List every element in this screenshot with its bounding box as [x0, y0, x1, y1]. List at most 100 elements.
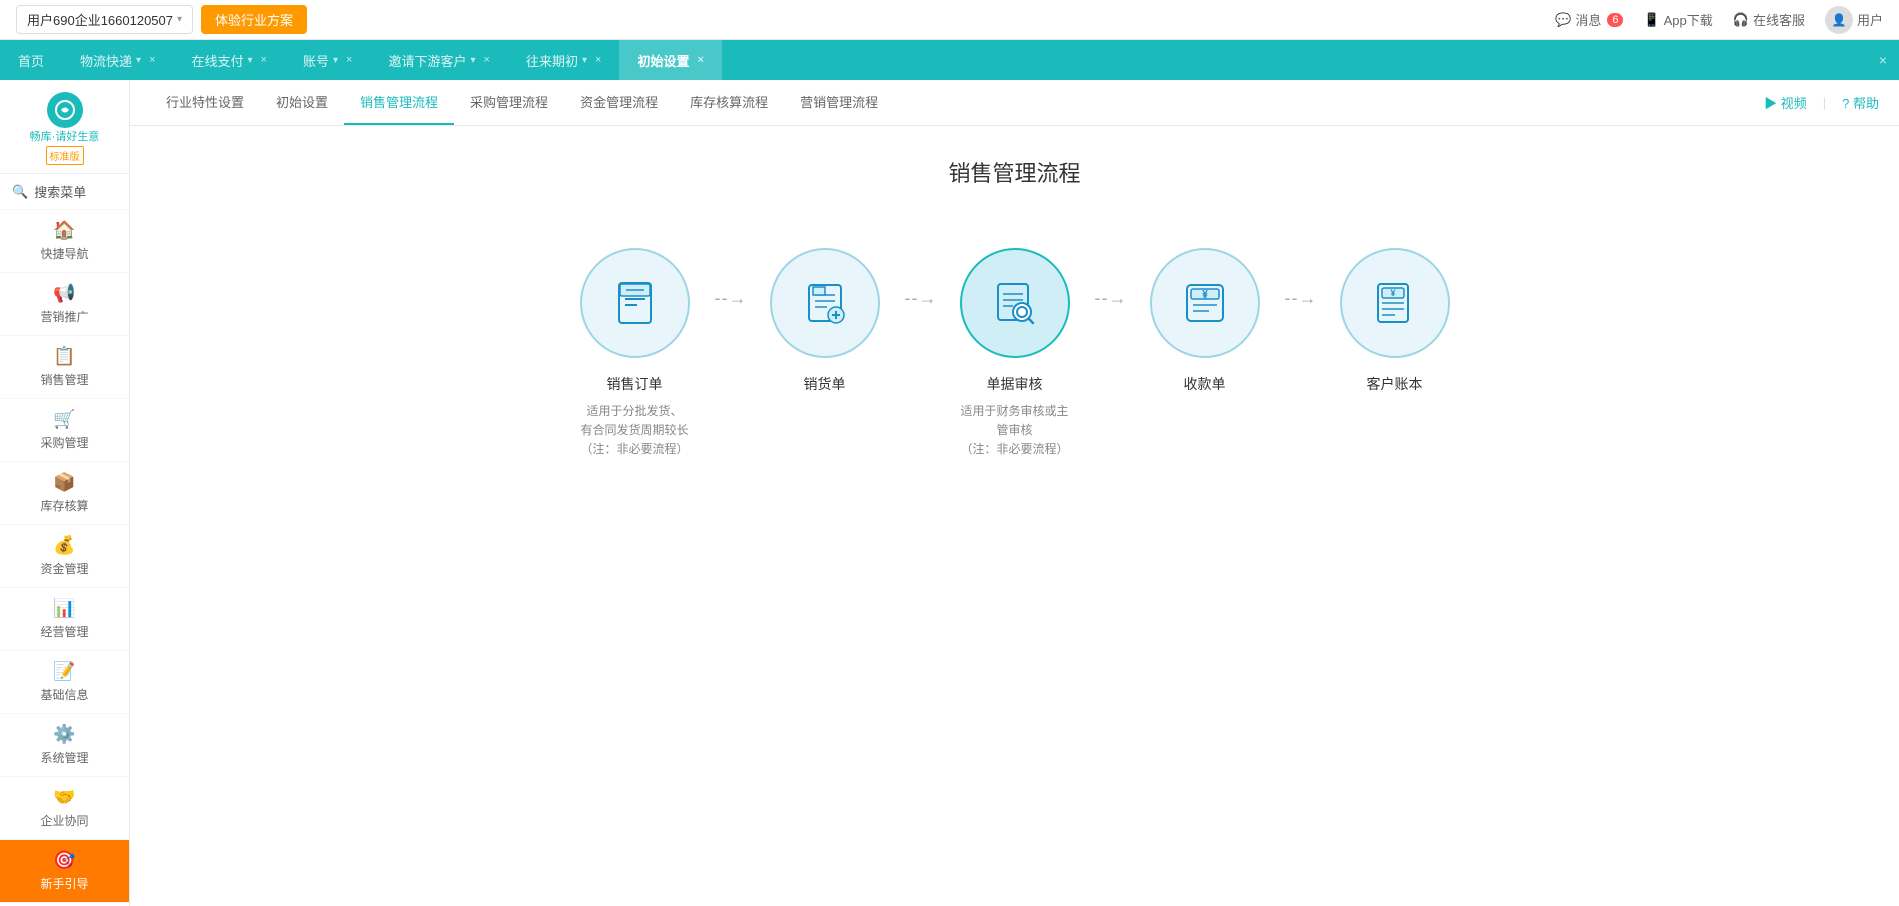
nav-tab-period-close[interactable]: ×	[595, 54, 601, 66]
sidebar: 畅库·请好生意 标准版 🔍 搜索菜单 🏠 快捷导航 📢 营销推广 📋 销售管理 …	[0, 80, 130, 906]
sidebar-item-enterprise[interactable]: 🤝 企业协同	[0, 777, 129, 840]
flow-circle-audit[interactable]	[960, 248, 1070, 358]
sub-tab-finance-flow[interactable]: 资金管理流程	[564, 80, 674, 125]
flow-step-sale-bill: 销货单	[745, 248, 905, 402]
close-all-tabs[interactable]: ×	[1867, 40, 1899, 80]
flow-label-sale-bill: 销货单	[804, 374, 846, 394]
flow-circle-sales-order[interactable]	[580, 248, 690, 358]
user-avatar-item[interactable]: 👤 用户	[1825, 6, 1883, 34]
sub-tab-marketing-flow[interactable]: 营销管理流程	[784, 80, 894, 125]
sidebar-item-inventory-label: 库存核算	[40, 497, 88, 514]
nav-tab-invite-arrow: ▾	[470, 55, 475, 66]
sub-tab-init[interactable]: 初始设置	[260, 80, 344, 125]
flow-desc-audit: 适用于财务审核或主管审核（注：非必要流程）	[960, 402, 1068, 460]
nav-tab-invite[interactable]: 邀请下游客户 ▾ ×	[370, 40, 507, 80]
process-title: 销售管理流程	[170, 156, 1859, 188]
nav-tab-invite-label: 邀请下游客户	[388, 51, 466, 70]
video-link[interactable]: ▶ 视频	[1764, 93, 1807, 112]
flow-arrow-3: - - →	[1095, 248, 1125, 309]
search-menu-label: 搜索菜单	[34, 182, 86, 201]
search-menu[interactable]: 🔍 搜索菜单	[0, 174, 129, 210]
sidebar-item-finance[interactable]: 💰 资金管理	[0, 525, 129, 588]
home-icon: 🏠	[53, 220, 75, 241]
headset-icon: 🎧	[1733, 12, 1749, 28]
nav-tab-invite-close[interactable]: ×	[484, 54, 490, 66]
content-area: 行业特性设置 初始设置 销售管理流程 采购管理流程 资金管理流程 库存核算流程 …	[130, 80, 1899, 906]
logo-name: 畅库·请好生意	[30, 130, 100, 144]
sidebar-item-quick-label: 快捷导航	[40, 245, 88, 262]
help-link[interactable]: ? 帮助	[1842, 93, 1879, 112]
phone-icon: 📱	[1643, 12, 1659, 28]
flow-circle-ledger[interactable]: ¥	[1340, 248, 1450, 358]
sidebar-item-marketing-label: 营销推广	[40, 308, 88, 325]
online-service-item[interactable]: 🎧 在线客服	[1733, 10, 1805, 29]
sub-tab-inventory-flow[interactable]: 库存核算流程	[674, 80, 784, 125]
search-icon: 🔍	[12, 184, 28, 200]
sidebar-item-system[interactable]: ⚙️ 系统管理	[0, 714, 129, 777]
top-bar-right: 💬 消息 6 📱 App下载 🎧 在线客服 👤 用户	[1555, 6, 1883, 34]
sidebar-item-basic[interactable]: 📝 基础信息	[0, 651, 129, 714]
sidebar-logo: 畅库·请好生意 标准版	[0, 80, 129, 174]
nav-tab-init-close[interactable]: ×	[697, 54, 703, 66]
inventory-icon: 📦	[53, 472, 75, 493]
app-download-label: App下载	[1664, 10, 1713, 29]
nav-tab-payment-close[interactable]: ×	[261, 54, 267, 66]
sidebar-item-operation-label: 经营管理	[40, 623, 88, 640]
nav-tab-init[interactable]: 初始设置 ×	[619, 40, 721, 80]
flow-step-receipt: ￥ ¥ 收款单	[1125, 248, 1285, 402]
sidebar-item-system-label: 系统管理	[40, 749, 88, 766]
nav-tab-logistics[interactable]: 物流快递 ▾ ×	[62, 40, 173, 80]
sidebar-item-sales[interactable]: 📋 销售管理	[0, 336, 129, 399]
nav-tab-home-label: 首页	[18, 51, 44, 70]
sidebar-item-guide-label: 新手引导	[40, 875, 88, 892]
sidebar-item-guide[interactable]: 🎯 新手引导	[0, 840, 129, 903]
nav-tab-home[interactable]: 首页	[0, 40, 62, 80]
logo-badge: 标准版	[46, 146, 84, 165]
sidebar-item-quick[interactable]: 🏠 快捷导航	[0, 210, 129, 273]
sub-tab-purchase-flow[interactable]: 采购管理流程	[454, 80, 564, 125]
marketing-icon: 📢	[53, 283, 75, 304]
sidebar-item-sales-label: 销售管理	[40, 371, 88, 388]
sub-tab-sales-flow[interactable]: 销售管理流程	[344, 80, 454, 125]
online-service-label: 在线客服	[1753, 10, 1805, 29]
system-icon: ⚙️	[53, 724, 75, 745]
nav-tab-account-close[interactable]: ×	[346, 54, 352, 66]
flow-label-ledger: 客户账本	[1367, 374, 1423, 394]
sub-tabs: 行业特性设置 初始设置 销售管理流程 采购管理流程 资金管理流程 库存核算流程 …	[130, 80, 1899, 126]
chevron-down-icon: ▾	[177, 14, 182, 25]
nav-tab-payment-arrow: ▾	[248, 55, 253, 66]
nav-tab-period[interactable]: 往来期初 ▾ ×	[508, 40, 619, 80]
message-badge: 6	[1607, 13, 1623, 27]
flow-circle-sale-bill[interactable]	[770, 248, 880, 358]
flow-desc-sales-order: 适用于分批发货、有合同发货周期较长（注：非必要流程）	[580, 402, 688, 460]
nav-tab-logistics-arrow: ▾	[136, 55, 141, 66]
nav-tab-account[interactable]: 账号 ▾ ×	[285, 40, 370, 80]
flow-circle-receipt[interactable]: ￥ ¥	[1150, 248, 1260, 358]
nav-tab-payment[interactable]: 在线支付 ▾ ×	[174, 40, 285, 80]
flow-label-receipt: 收款单	[1184, 374, 1226, 394]
sidebar-item-basic-label: 基础信息	[40, 686, 88, 703]
nav-tab-logistics-close[interactable]: ×	[149, 54, 155, 66]
avatar: 👤	[1825, 6, 1853, 34]
sidebar-item-operation[interactable]: 📊 经营管理	[0, 588, 129, 651]
flow-arrow-2: - - →	[905, 248, 935, 309]
sub-tab-industry[interactable]: 行业特性设置	[150, 80, 260, 125]
sales-icon: 📋	[53, 346, 75, 367]
sidebar-item-purchase[interactable]: 🛒 采购管理	[0, 399, 129, 462]
app-download-item[interactable]: 📱 App下载	[1643, 10, 1712, 29]
svg-text:¥: ¥	[1390, 288, 1395, 298]
purchase-icon: 🛒	[53, 409, 75, 430]
message-icon: 💬	[1555, 12, 1571, 28]
basic-icon: 📝	[53, 661, 75, 682]
play-icon: ▶	[1764, 96, 1777, 111]
message-icon-item[interactable]: 💬 消息 6	[1555, 10, 1623, 29]
flow-diagram: 销售订单 适用于分批发货、有合同发货周期较长（注：非必要流程） - - →	[170, 248, 1859, 460]
nav-tab-logistics-label: 物流快递	[80, 51, 132, 70]
sidebar-item-marketing[interactable]: 📢 营销推广	[0, 273, 129, 336]
nav-tab-period-label: 往来期初	[526, 51, 578, 70]
flow-arrow-4: - - →	[1285, 248, 1315, 309]
flow-label-audit: 单据审核	[987, 374, 1043, 394]
user-selector[interactable]: 用户690企业1660120507 ▾	[16, 5, 193, 34]
sidebar-item-inventory[interactable]: 📦 库存核算	[0, 462, 129, 525]
trial-button[interactable]: 体验行业方案	[201, 5, 307, 34]
